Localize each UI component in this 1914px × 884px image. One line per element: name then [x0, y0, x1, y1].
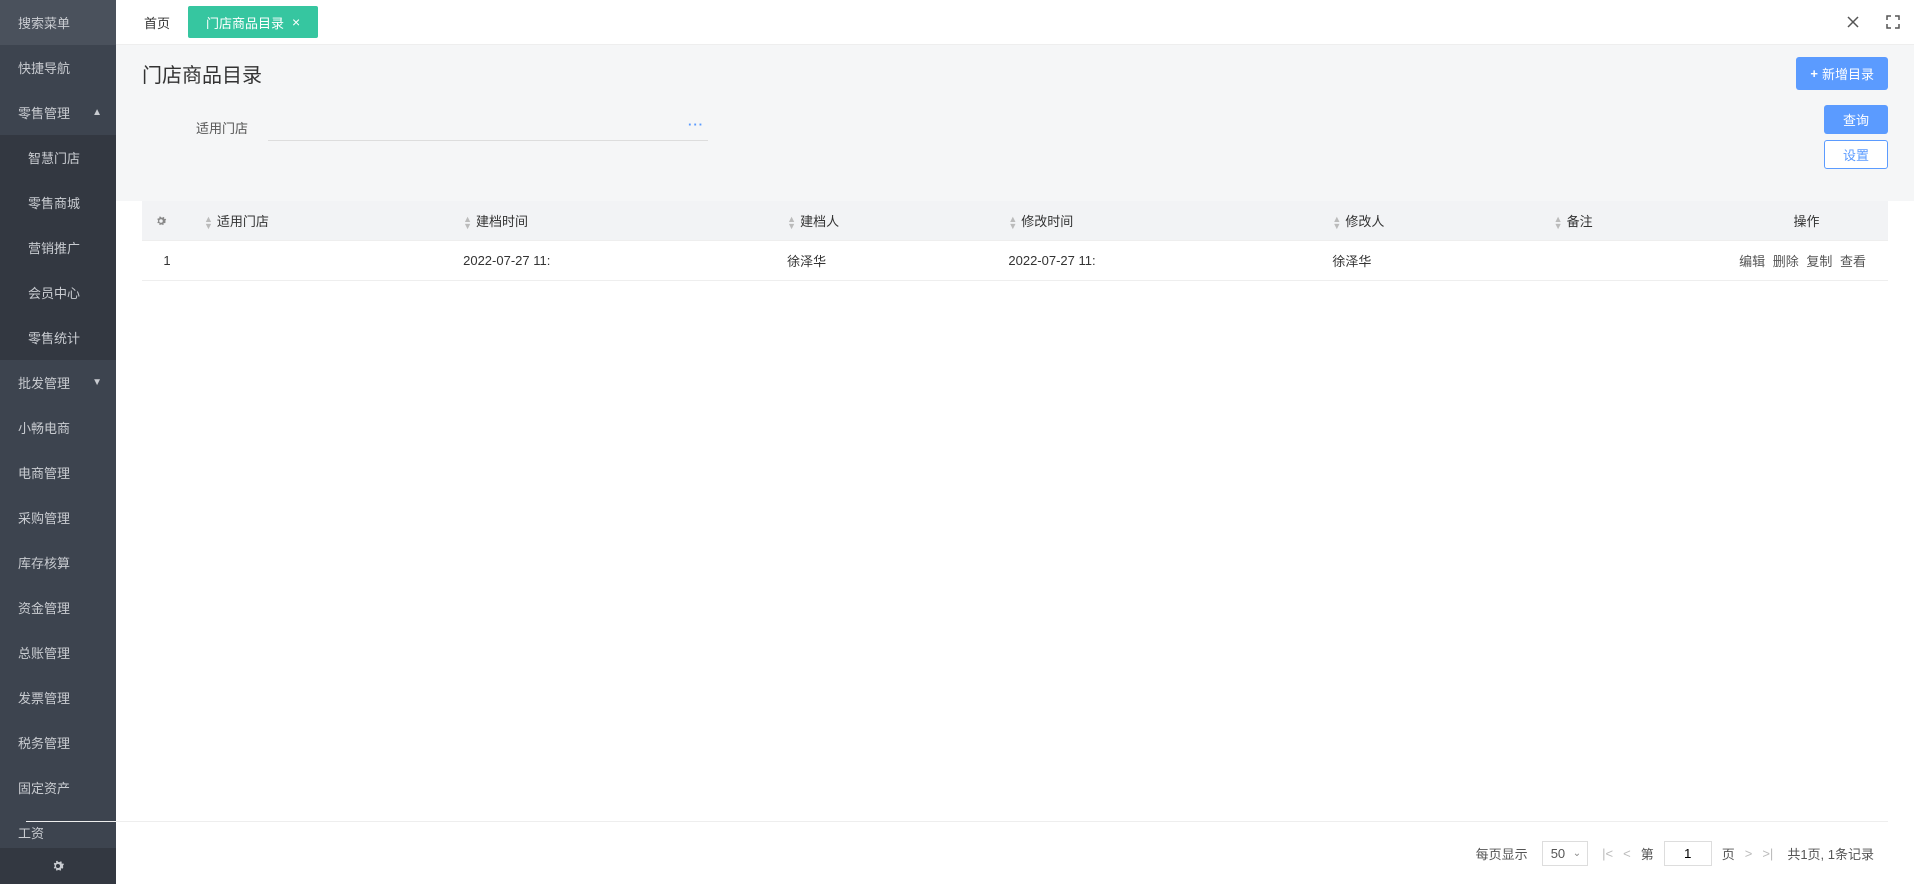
- col-store[interactable]: 适用门店: [192, 201, 451, 241]
- ellipsis-icon[interactable]: ···: [688, 117, 704, 132]
- sidebar-item-search-menu[interactable]: 搜索菜单: [0, 0, 116, 45]
- cell-modifier: 徐泽华: [1320, 241, 1541, 281]
- sidebar-item-xiaochang[interactable]: 小畅电商: [0, 405, 116, 450]
- sidebar-item-inventory[interactable]: 库存核算: [0, 540, 116, 585]
- filter-bar: 适用门店 ··· 查询 设置: [116, 101, 1914, 153]
- col-modify-time[interactable]: 修改时间: [996, 201, 1320, 241]
- page-size-select[interactable]: 50 ⌄: [1542, 841, 1588, 866]
- close-icon[interactable]: ×: [292, 14, 300, 30]
- cell-store: [192, 241, 451, 281]
- page-title: 门店商品目录: [142, 59, 262, 88]
- col-modifier[interactable]: 修改人: [1320, 201, 1541, 241]
- sidebar-item-smart-store[interactable]: 智慧门店: [0, 135, 116, 180]
- page-header: 门店商品目录 + 新增目录: [116, 45, 1914, 101]
- sidebar-item-retail-stats[interactable]: 零售统计: [0, 315, 116, 360]
- sidebar-item-salary[interactable]: 工资: [0, 810, 116, 848]
- sidebar-item-retail[interactable]: 零售管理 ▲: [0, 90, 116, 135]
- sidebar-menu: 搜索菜单 快捷导航 零售管理 ▲ 智慧门店 零售商城 营销推广 会员中心 零售统…: [0, 0, 116, 848]
- sidebar-item-invoice[interactable]: 发票管理: [0, 675, 116, 720]
- sidebar-item-purchase[interactable]: 采购管理: [0, 495, 116, 540]
- page-prev-button[interactable]: <: [1623, 846, 1631, 861]
- sort-icon: [1332, 216, 1341, 230]
- sidebar-item-member-center[interactable]: 会员中心: [0, 270, 116, 315]
- main: 首页 门店商品目录 × 门店商品目录 + 新增目录: [116, 0, 1914, 884]
- cell-remark: [1542, 241, 1725, 281]
- sidebar-item-marketing[interactable]: 营销推广: [0, 225, 116, 270]
- chevron-up-icon: ▲: [92, 107, 102, 118]
- per-page-label: 每页显示: [1476, 844, 1528, 863]
- cell-create-time: 2022-07-27 11:: [451, 241, 775, 281]
- sort-icon: [1008, 216, 1017, 230]
- cell-creator: 徐泽华: [775, 241, 996, 281]
- row-index: 1: [142, 241, 192, 281]
- pagination-summary: 共1页, 1条记录: [1787, 844, 1874, 863]
- tab-home[interactable]: 首页: [126, 6, 188, 38]
- col-creator[interactable]: 建档人: [775, 201, 996, 241]
- sort-icon: [204, 216, 213, 230]
- cell-ops: 编辑 删除 复制 查看: [1725, 241, 1888, 281]
- sidebar-item-fixed-assets[interactable]: 固定资产: [0, 765, 116, 810]
- plus-icon: +: [1810, 66, 1818, 81]
- sort-icon: [463, 216, 472, 230]
- page-first-button[interactable]: |<: [1602, 846, 1613, 861]
- add-catalog-button[interactable]: + 新增目录: [1796, 57, 1888, 90]
- filter-store-label: 适用门店: [196, 118, 248, 137]
- chevron-down-icon: ⌄: [1573, 848, 1581, 859]
- table-row[interactable]: 1 2022-07-27 11: 徐泽华 2022-07-27 11: 徐泽华 …: [142, 241, 1888, 281]
- fullscreen-button[interactable]: [1878, 7, 1908, 37]
- query-button[interactable]: 查询: [1824, 105, 1888, 134]
- filter-store-input[interactable]: ···: [268, 113, 708, 141]
- close-all-button[interactable]: [1838, 7, 1868, 37]
- page-prefix: 第: [1641, 844, 1654, 863]
- edit-link[interactable]: 编辑: [1739, 254, 1765, 269]
- sidebar-item-ledger[interactable]: 总账管理: [0, 630, 116, 675]
- tab-store-catalog[interactable]: 门店商品目录 ×: [188, 6, 318, 38]
- column-config-button[interactable]: [142, 201, 192, 241]
- page-nav: |< < 第 页 > >|: [1602, 841, 1773, 866]
- page-input[interactable]: [1664, 841, 1712, 866]
- pagination: 每页显示 50 ⌄ |< < 第 页 > >| 共1页, 1条记录: [1476, 841, 1874, 866]
- col-create-time[interactable]: 建档时间: [451, 201, 775, 241]
- gear-icon: [50, 858, 66, 874]
- copy-link[interactable]: 复制: [1806, 254, 1832, 269]
- sidebar-settings-button[interactable]: [0, 848, 116, 884]
- settings-button[interactable]: 设置: [1824, 140, 1888, 169]
- sidebar-item-ecommerce[interactable]: 电商管理: [0, 450, 116, 495]
- sidebar-item-retail-mall[interactable]: 零售商城: [0, 180, 116, 225]
- view-link[interactable]: 查看: [1840, 254, 1866, 269]
- data-table: 适用门店 建档时间 建档人 修改时间 修改人 备注 操作 1 2022-07-2…: [142, 201, 1888, 281]
- page-last-button[interactable]: >|: [1762, 846, 1773, 861]
- sidebar-item-wholesale[interactable]: 批发管理 ▼: [0, 360, 116, 405]
- tabs-bar: 首页 门店商品目录 ×: [116, 0, 1914, 45]
- sort-icon: [1554, 216, 1563, 230]
- chevron-down-icon: ▼: [92, 377, 102, 388]
- col-remark[interactable]: 备注: [1542, 201, 1725, 241]
- cell-modify-time: 2022-07-27 11:: [996, 241, 1320, 281]
- sort-icon: [787, 216, 796, 230]
- sidebar-item-quicknav[interactable]: 快捷导航: [0, 45, 116, 90]
- delete-link[interactable]: 删除: [1773, 254, 1799, 269]
- col-ops: 操作: [1725, 201, 1888, 241]
- sidebar-item-tax[interactable]: 税务管理: [0, 720, 116, 765]
- page-suffix: 页: [1722, 844, 1735, 863]
- page-next-button[interactable]: >: [1745, 846, 1753, 861]
- table-header-row: 适用门店 建档时间 建档人 修改时间 修改人 备注 操作: [142, 201, 1888, 241]
- sidebar: 搜索菜单 快捷导航 零售管理 ▲ 智慧门店 零售商城 营销推广 会员中心 零售统…: [0, 0, 116, 884]
- sidebar-item-funds[interactable]: 资金管理: [0, 585, 116, 630]
